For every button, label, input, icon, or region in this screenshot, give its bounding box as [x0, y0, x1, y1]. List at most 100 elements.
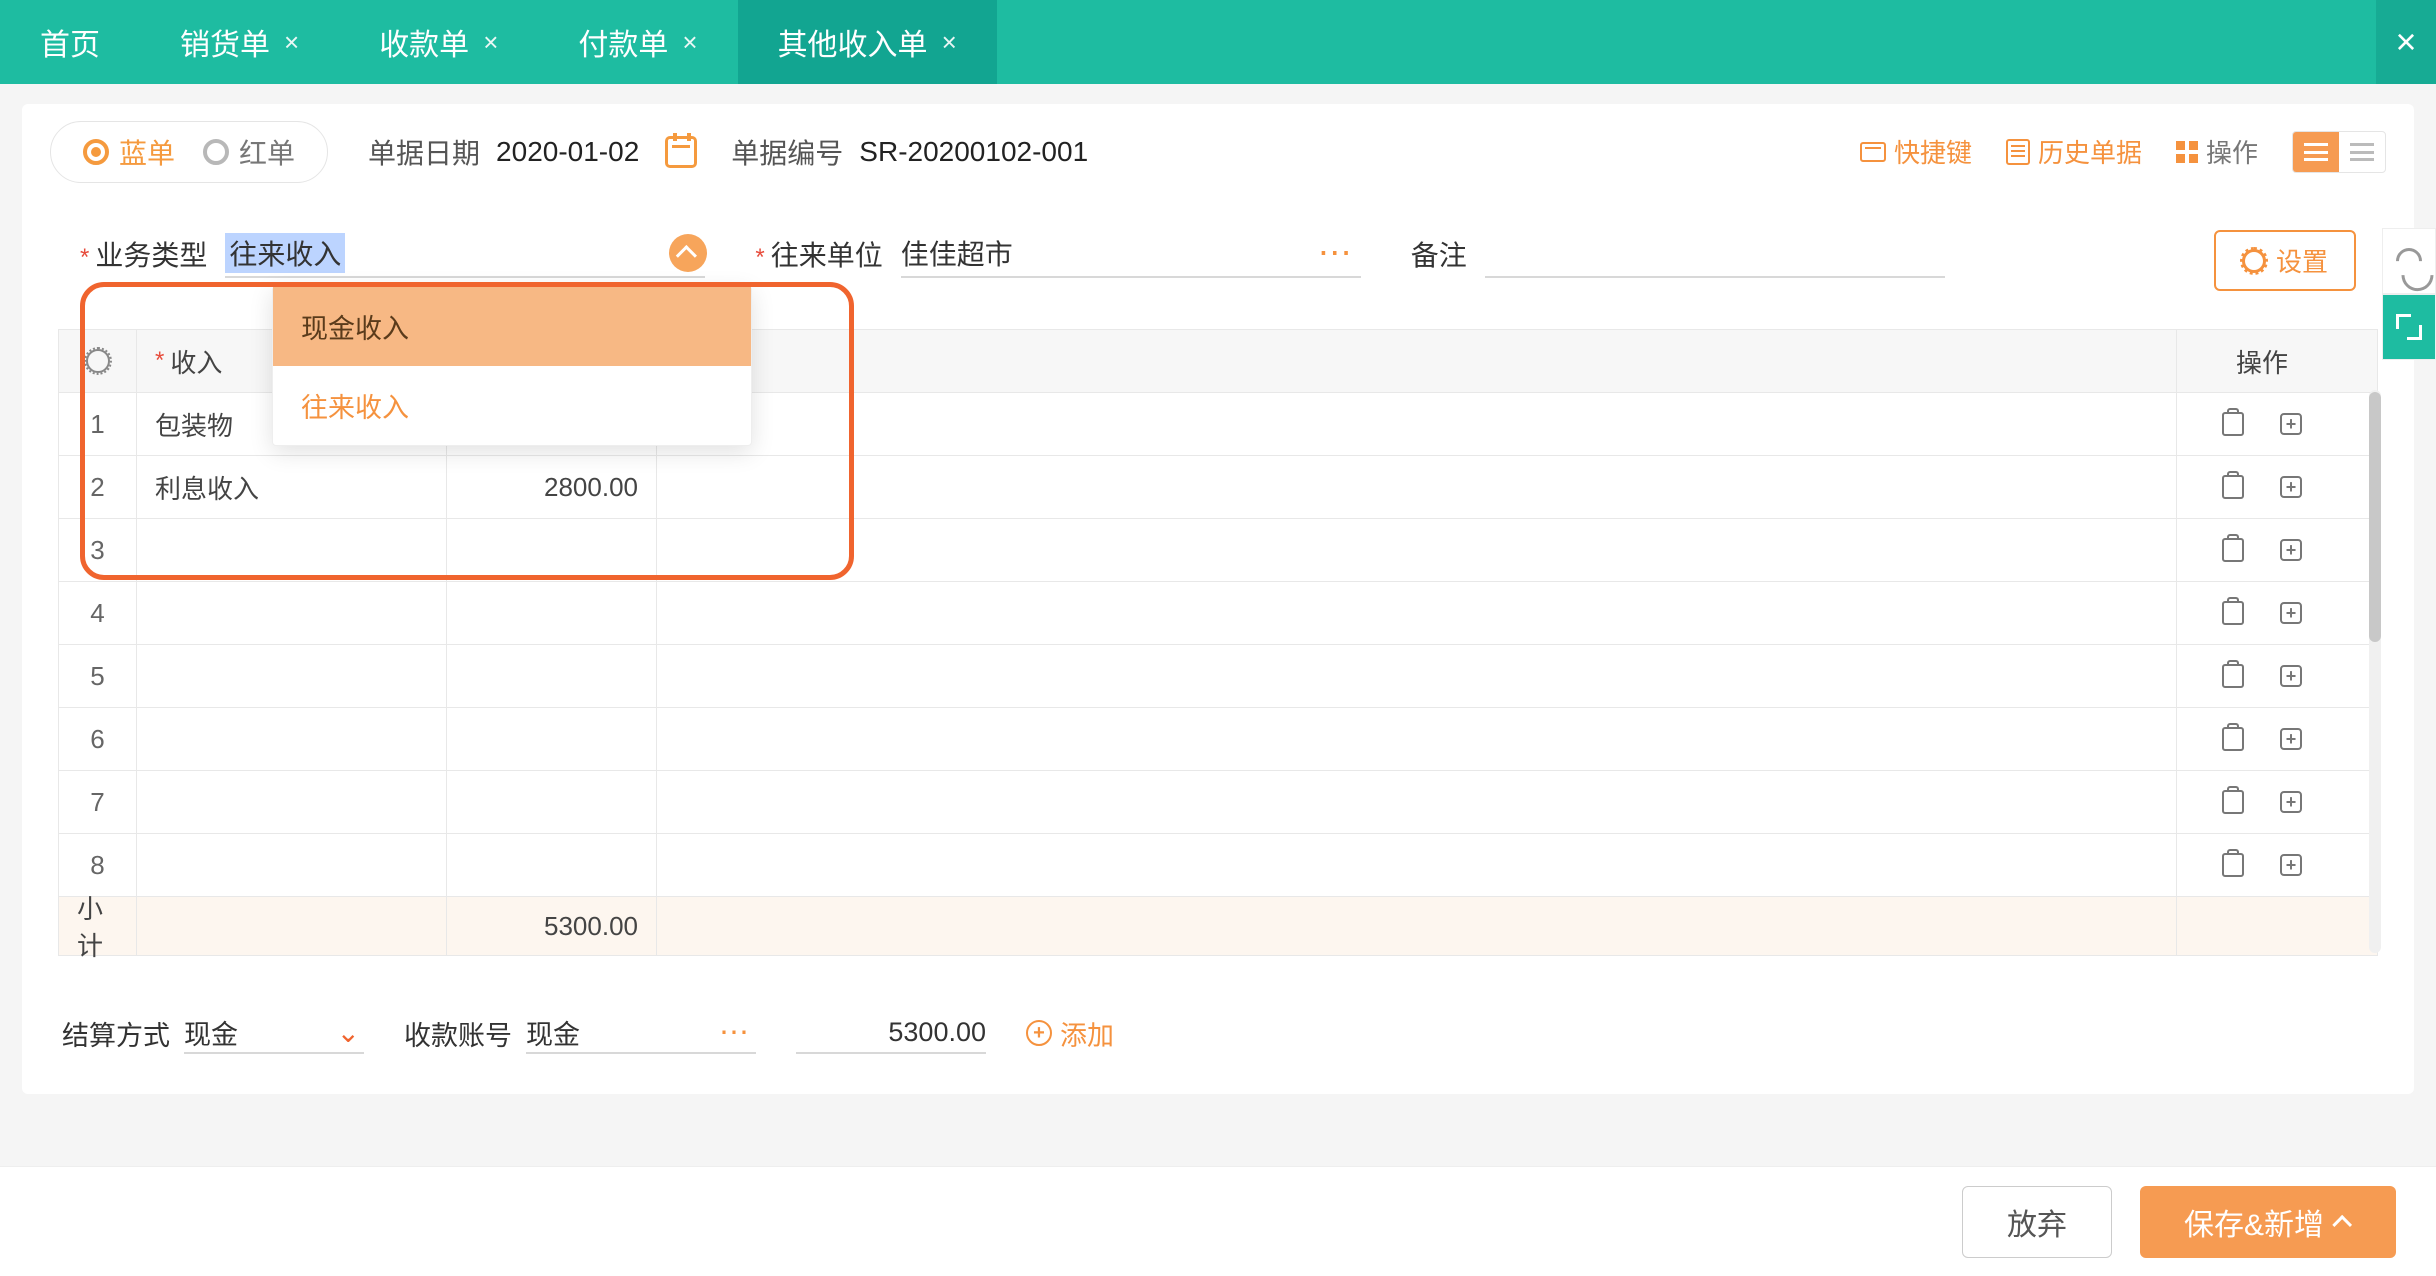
trash-icon[interactable] — [2222, 412, 2244, 436]
cell-income[interactable]: 利息收入 — [137, 456, 447, 518]
trash-icon[interactable] — [2222, 853, 2244, 877]
biztype-input[interactable]: 往来收入 — [225, 230, 705, 278]
subtotal-label: 小计 — [59, 897, 137, 955]
row-index: 6 — [59, 708, 137, 770]
view-list[interactable] — [2293, 132, 2339, 172]
copy-icon[interactable] — [2280, 854, 2302, 876]
chevron-down-icon[interactable]: ⌄ — [337, 1016, 360, 1049]
table-row: 4 — [59, 582, 2377, 645]
save-new-button[interactable]: 保存&新增 — [2140, 1186, 2396, 1258]
cell-amount[interactable] — [447, 834, 657, 896]
account: 收款账号 现金 ⋯ — [404, 1012, 756, 1054]
cell-remark[interactable] — [657, 645, 2177, 707]
col-settings[interactable] — [59, 330, 137, 392]
history-icon — [2006, 139, 2030, 165]
trash-icon[interactable] — [2222, 727, 2244, 751]
col-ops: 操作 — [2177, 330, 2347, 392]
dropdown-opt-cash[interactable]: 现金收入 — [273, 287, 751, 366]
amount-input[interactable]: 5300.00 — [796, 1012, 986, 1054]
cell-remark[interactable] — [657, 771, 2177, 833]
table-row: 3 — [59, 519, 2377, 582]
tab-other-income[interactable]: 其他收入单× — [738, 0, 997, 84]
form-card: 蓝单 红单 单据日期 2020-01-02 单据编号 SR-20200102-0… — [22, 104, 2414, 1094]
trash-icon[interactable] — [2222, 538, 2244, 562]
ellipsis-icon[interactable]: ⋯ — [1318, 233, 1355, 273]
biztype-field: *业务类型 往来收入 — [80, 230, 705, 278]
radio-blue[interactable]: 蓝单 — [83, 132, 175, 172]
tab-bar: 首页 销货单× 收款单× 付款单× 其他收入单× × — [0, 0, 2436, 84]
cell-income[interactable] — [137, 582, 447, 644]
close-all-icon[interactable]: × — [2376, 0, 2436, 84]
cell-income[interactable] — [137, 834, 447, 896]
party-input[interactable]: 佳佳超市 ⋯ — [901, 230, 1361, 278]
trash-icon[interactable] — [2222, 475, 2244, 499]
shortcut-link[interactable]: 快捷键 — [1860, 133, 1972, 170]
copy-icon[interactable] — [2280, 539, 2302, 561]
history-link[interactable]: 历史单据 — [2006, 133, 2142, 170]
attachment-button[interactable] — [2382, 228, 2436, 294]
discard-button[interactable]: 放弃 — [1962, 1186, 2112, 1258]
cell-income[interactable] — [137, 519, 447, 581]
copy-icon[interactable] — [2280, 413, 2302, 435]
tab-receipt[interactable]: 收款单× — [339, 0, 538, 84]
cell-remark[interactable] — [657, 582, 2177, 644]
trash-icon[interactable] — [2222, 664, 2244, 688]
trash-icon[interactable] — [2222, 601, 2244, 625]
cell-income[interactable] — [137, 645, 447, 707]
operate-link[interactable]: 操作 — [2176, 133, 2258, 170]
cell-remark[interactable] — [657, 708, 2177, 770]
row-index: 4 — [59, 582, 137, 644]
cell-amount[interactable] — [447, 708, 657, 770]
close-icon[interactable]: × — [942, 27, 957, 58]
dropdown-opt-wanglai[interactable]: 往来收入 — [273, 366, 751, 445]
remark-input[interactable] — [1485, 230, 1945, 278]
cell-amount[interactable]: 2800.00 — [447, 456, 657, 518]
radio-red[interactable]: 红单 — [203, 132, 295, 172]
copy-icon[interactable] — [2280, 476, 2302, 498]
copy-icon[interactable] — [2280, 791, 2302, 813]
bill-date-value[interactable]: 2020-01-02 — [496, 136, 639, 168]
cell-ops — [2177, 456, 2347, 518]
calendar-icon[interactable] — [665, 136, 697, 168]
cell-remark[interactable] — [657, 519, 2177, 581]
copy-icon[interactable] — [2280, 728, 2302, 750]
tab-home[interactable]: 首页 — [0, 0, 140, 84]
card-header: 蓝单 红单 单据日期 2020-01-02 单据编号 SR-20200102-0… — [22, 104, 2414, 200]
view-card[interactable] — [2339, 132, 2385, 172]
chevron-up-icon — [2332, 1214, 2352, 1234]
bill-date: 单据日期 2020-01-02 — [368, 132, 697, 172]
fullscreen-button[interactable] — [2382, 294, 2436, 360]
close-icon[interactable]: × — [284, 27, 299, 58]
cell-amount[interactable] — [447, 771, 657, 833]
cell-amount[interactable] — [447, 645, 657, 707]
keyboard-icon — [1860, 142, 1886, 162]
row-index: 5 — [59, 645, 137, 707]
table-scrollbar[interactable] — [2369, 390, 2381, 953]
table-row: 6 — [59, 708, 2377, 771]
cell-amount[interactable] — [447, 582, 657, 644]
add-payment[interactable]: + 添加 — [1026, 1014, 1114, 1053]
cell-amount[interactable] — [447, 519, 657, 581]
cell-remark[interactable] — [657, 456, 2177, 518]
biztype-dropdown: 现金收入 往来收入 — [272, 286, 752, 446]
cell-remark[interactable] — [657, 834, 2177, 896]
tab-payment[interactable]: 付款单× — [538, 0, 737, 84]
ellipsis-icon[interactable]: ⋯ — [719, 1015, 752, 1050]
copy-icon[interactable] — [2280, 665, 2302, 687]
cell-remark[interactable] — [657, 393, 2177, 455]
footer-bar: 放弃 保存&新增 — [0, 1166, 2436, 1276]
account-input[interactable]: 现金 ⋯ — [526, 1012, 756, 1054]
copy-icon[interactable] — [2280, 602, 2302, 624]
close-icon[interactable]: × — [483, 27, 498, 58]
grid-icon — [2176, 141, 2198, 163]
cell-income[interactable] — [137, 708, 447, 770]
close-icon[interactable]: × — [682, 27, 697, 58]
trash-icon[interactable] — [2222, 790, 2244, 814]
settle-method-input[interactable]: 现金 ⌄ — [184, 1012, 364, 1054]
bill-no: 单据编号 SR-20200102-001 — [731, 132, 1088, 172]
cell-income[interactable] — [137, 771, 447, 833]
table-footer: 小计 5300.00 — [59, 897, 2377, 955]
chevron-up-icon[interactable] — [669, 234, 707, 272]
tab-sales[interactable]: 销货单× — [140, 0, 339, 84]
settings-button[interactable]: 设置 — [2214, 230, 2356, 291]
